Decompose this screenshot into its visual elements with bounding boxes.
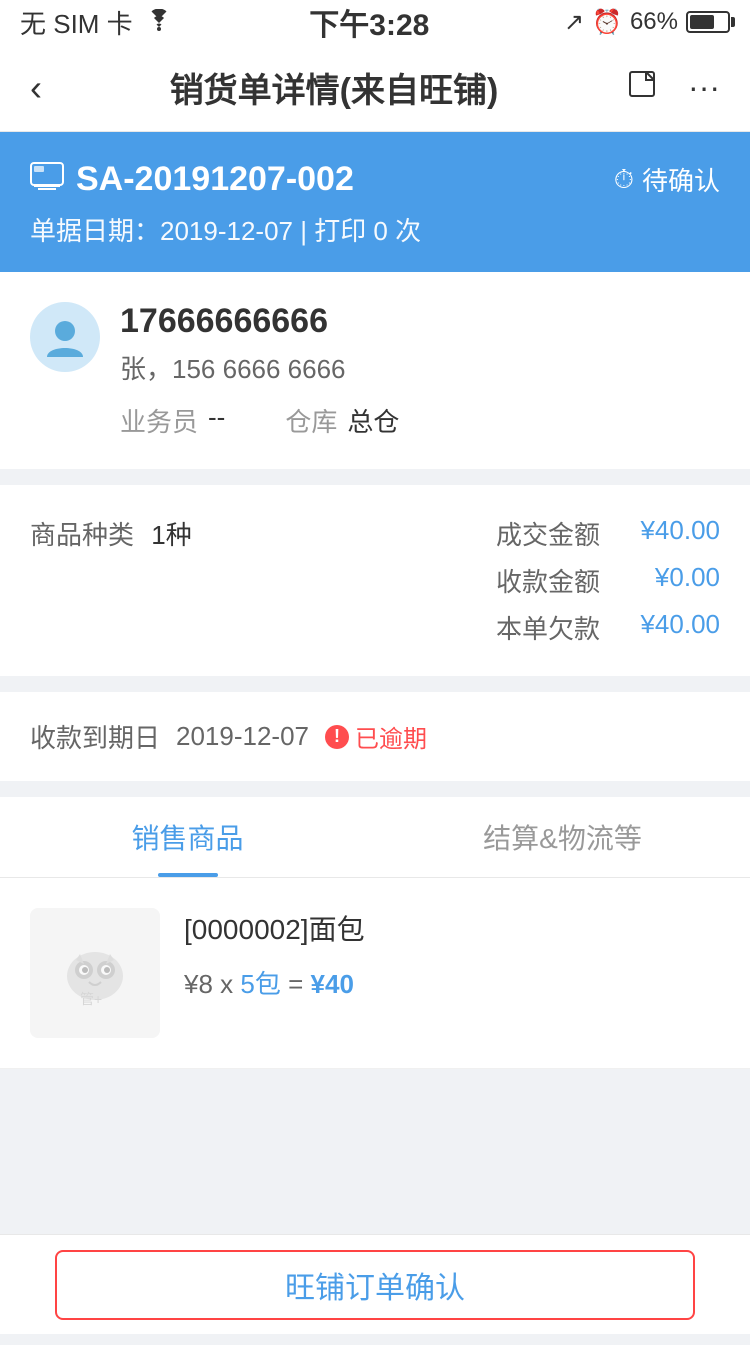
amount-label: 成交金额: [496, 515, 600, 552]
price-value: ¥8: [184, 969, 213, 999]
category-label: 商品种类: [30, 520, 134, 550]
page-title: 销货单详情(来自旺铺): [170, 63, 499, 112]
tab-sales-products[interactable]: 销售商品: [0, 797, 375, 877]
location-icon: ↗: [564, 8, 584, 37]
battery-icon: [686, 11, 730, 33]
received-label: 收款金额: [496, 562, 600, 599]
product-price: ¥8 x 5包 = ¥40: [184, 964, 720, 1001]
warehouse-value: 总仓: [347, 402, 399, 439]
header-card: SA-20191207-002 ⏱ 待确认 单据日期：2019-12-07 | …: [0, 132, 750, 272]
status-time: 下午3:28: [309, 0, 429, 44]
order-id: SA-20191207-002: [30, 160, 354, 199]
avatar: [30, 302, 100, 372]
back-button[interactable]: ‹: [30, 67, 42, 109]
total-value: ¥40: [311, 969, 354, 999]
overdue-text: 已逾期: [355, 719, 427, 754]
summary-section: 商品种类 1种 成交金额 ¥40.00 收款金额 ¥0.00 本单欠款 ¥40.…: [0, 485, 750, 676]
product-info: [0000002]面包 ¥8 x 5包 = ¥40: [184, 908, 720, 1038]
clock-icon: ⏱: [614, 164, 634, 196]
due-date: 2019-12-07: [176, 721, 309, 752]
multiply-symbol: x: [220, 969, 240, 999]
share-icon[interactable]: [626, 68, 658, 108]
qty-value: 5包: [240, 969, 288, 999]
carrier-label: 无 SIM 卡: [20, 4, 133, 41]
tabs: 销售商品 结算&物流等: [0, 797, 750, 878]
order-meta: 单据日期：2019-12-07 | 打印 0 次: [30, 211, 720, 248]
wifi-icon: [143, 7, 175, 38]
summary-right: 成交金额 ¥40.00 收款金额 ¥0.00 本单欠款 ¥40.00: [496, 515, 720, 646]
customer-phone: 17666666666: [120, 302, 720, 341]
category-value: 1种: [151, 520, 191, 550]
customer-info: 17666666666 张，156 6666 6666 业务员 -- 仓库 总仓: [120, 302, 720, 439]
customer-name: 张，156 6666 6666: [120, 349, 720, 386]
header-top: SA-20191207-002 ⏱ 待确认: [30, 160, 720, 199]
owed-value: ¥40.00: [620, 609, 720, 646]
product-list: 管+ [0000002]面包 ¥8 x 5包 = ¥40: [0, 878, 750, 1069]
product-name: [0000002]面包: [184, 908, 720, 948]
customer-meta: 业务员 -- 仓库 总仓: [120, 402, 720, 439]
received-value: ¥0.00: [620, 562, 720, 599]
nav-actions: ···: [626, 68, 720, 108]
more-icon[interactable]: ···: [688, 69, 720, 106]
svg-text:管+: 管+: [80, 991, 102, 1007]
warehouse-label: 仓库: [285, 402, 337, 439]
due-section: 收款到期日 2019-12-07 ! 已逾期: [0, 692, 750, 781]
salesperson-item: 业务员 --: [120, 402, 225, 439]
status-right: ↗ ⏰ 66%: [564, 8, 730, 37]
product-thumbnail: 管+: [30, 908, 160, 1038]
order-icon: [30, 160, 64, 199]
amount-row: 成交金额 ¥40.00: [496, 515, 720, 552]
overdue-badge: ! 已逾期: [325, 719, 427, 754]
customer-section: 17666666666 张，156 6666 6666 业务员 -- 仓库 总仓: [0, 272, 750, 469]
bottom-bar: 旺铺订单确认: [0, 1234, 750, 1334]
owed-row: 本单欠款 ¥40.00: [496, 609, 720, 646]
customer-row: 17666666666 张，156 6666 6666 业务员 -- 仓库 总仓: [30, 302, 720, 439]
status-text: 待确认: [642, 161, 720, 198]
nav-bar: ‹ 销货单详情(来自旺铺) ···: [0, 44, 750, 132]
amount-value: ¥40.00: [620, 515, 720, 552]
table-row: 管+ [0000002]面包 ¥8 x 5包 = ¥40: [0, 878, 750, 1069]
alarm-icon: ⏰: [592, 8, 622, 37]
overdue-dot-icon: !: [325, 725, 349, 749]
equals-symbol: =: [288, 969, 310, 999]
received-row: 收款金额 ¥0.00: [496, 562, 720, 599]
due-label: 收款到期日: [30, 718, 160, 755]
warehouse-item: 仓库 总仓: [285, 402, 399, 439]
summary-left: 商品种类 1种: [30, 515, 192, 552]
tab-settlement-logistics[interactable]: 结算&物流等: [375, 797, 750, 877]
battery-percent: 66%: [630, 8, 678, 36]
salesperson-value: --: [208, 402, 225, 439]
order-status-badge: ⏱ 待确认: [614, 161, 720, 198]
status-bar: 无 SIM 卡 下午3:28 ↗ ⏰ 66%: [0, 0, 750, 44]
salesperson-label: 业务员: [120, 402, 198, 439]
owed-label: 本单欠款: [496, 609, 600, 646]
status-left: 无 SIM 卡: [20, 4, 175, 41]
confirm-wangpu-button[interactable]: 旺铺订单确认: [55, 1250, 695, 1320]
